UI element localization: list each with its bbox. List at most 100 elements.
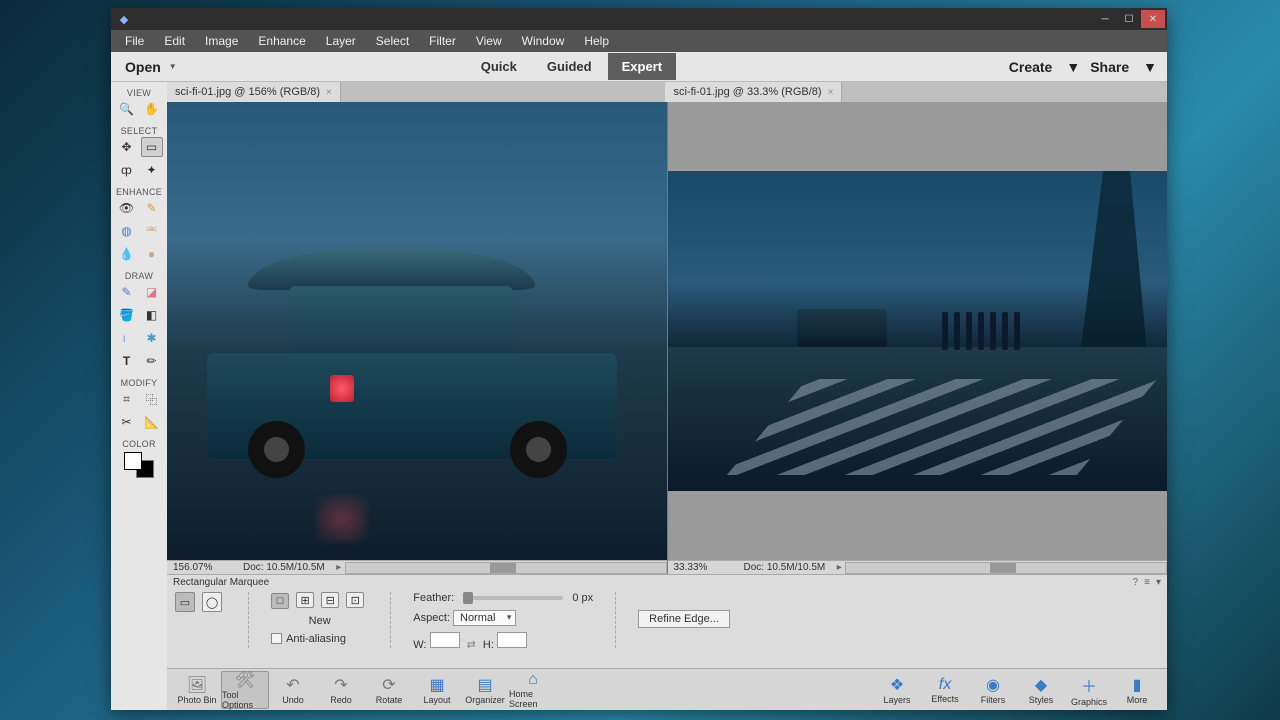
minimize-button[interactable]: ─ [1093,10,1117,28]
filters-button[interactable]: ◉Filters [969,671,1017,709]
maximize-button[interactable]: ☐ [1117,10,1141,28]
shape-tool[interactable]: ✱ [141,328,163,348]
pencil-tool[interactable]: ✏ [141,351,163,371]
open-button[interactable]: Open [121,59,165,75]
straighten-tool[interactable]: 📐 [141,412,163,432]
marquee-tool[interactable]: ▭ [141,137,163,157]
titlebar: ◆ ─ ☐ ✕ [111,8,1167,30]
undo-button[interactable]: ↶Undo [269,671,317,709]
swap-wh-icon[interactable]: ⇄ [467,639,476,651]
group-enhance: ENHANCE [116,187,162,197]
tool-name-label: Rectangular Marquee [167,575,1167,590]
menu-filter[interactable]: Filter [421,32,464,50]
new-selection-button[interactable]: □ [271,593,289,609]
recompose-tool[interactable]: ⿻ [141,389,163,409]
menu-layer[interactable]: Layer [318,32,364,50]
create-button[interactable]: Create [1009,59,1053,75]
rotate-button[interactable]: ⟳Rotate [365,671,413,709]
lasso-tool[interactable]: ȹ [116,160,138,180]
tool-options-button[interactable]: 🛠Tool Options [221,671,269,709]
menu-window[interactable]: Window [514,32,573,50]
text-tool[interactable]: T [116,351,138,371]
eraser-tool[interactable]: ◪ [141,282,163,302]
collapse-icon[interactable]: ▾ [1156,577,1161,588]
mode-quick[interactable]: Quick [467,53,531,80]
intersect-selection-button[interactable]: ⊡ [346,592,364,608]
app-logo-icon: ◆ [113,8,135,30]
mode-guided[interactable]: Guided [533,53,606,80]
zoom-tool[interactable]: 🔍 [116,99,138,119]
close-button[interactable]: ✕ [1141,10,1165,28]
image-right [668,171,1168,492]
antialias-checkbox[interactable] [271,633,282,644]
menu-select[interactable]: Select [368,32,417,50]
marquee-shape-group: ▭ ◯ [175,592,226,612]
hand-tool[interactable]: ✋ [141,99,163,119]
move-tool[interactable]: ✥ [116,137,138,157]
canvas-right[interactable] [668,102,1168,560]
mode-expert[interactable]: Expert [608,53,676,80]
zoom-left[interactable]: 156.07% [167,562,235,573]
refine-edge-button[interactable]: Refine Edge... [638,610,730,628]
doc-tab-1[interactable]: sci-fi-01.jpg @ 156% (RGB/8)× [167,82,341,102]
arrow-icon[interactable]: ▸ [833,562,845,573]
menu-view[interactable]: View [468,32,510,50]
group-modify: MODIFY [121,378,158,388]
width-input[interactable] [430,632,460,648]
gradient-tool[interactable]: ◧ [141,305,163,325]
brush-tool[interactable]: ✎ [116,282,138,302]
redo-button[interactable]: ↷Redo [317,671,365,709]
content-move-tool[interactable]: ✂ [116,412,138,432]
arrow-icon[interactable]: ▸ [333,562,345,573]
ellipse-marquee-button[interactable]: ◯ [202,592,222,612]
crop-tool[interactable]: ⌗ [116,389,138,409]
create-dropdown-icon[interactable]: ▼ [1066,59,1080,75]
menu-file[interactable]: File [117,32,152,50]
clone-tool[interactable]: ⎃ [141,221,163,241]
add-selection-button[interactable]: ⊞ [296,592,314,608]
hscroll-right[interactable] [845,562,1167,574]
panel-menu-icon[interactable]: ≡ [1144,577,1150,588]
doc-tab-1-close-icon[interactable]: × [326,87,332,98]
spot-heal-tool[interactable]: ◍ [116,221,138,241]
sponge-tool[interactable]: ● [141,244,163,264]
menu-enhance[interactable]: Enhance [250,32,313,50]
color-swatch[interactable] [124,452,154,478]
image-left [167,102,667,560]
menu-edit[interactable]: Edit [156,32,193,50]
canvas-pane-left: 156.07% Doc: 10.5M/10.5M ▸ [167,102,668,574]
open-dropdown-icon[interactable]: ▼ [169,62,177,71]
aspect-select[interactable]: Normal [453,610,516,626]
whiten-tool[interactable]: ✎ [141,198,163,218]
share-dropdown-icon[interactable]: ▼ [1143,59,1157,75]
menu-image[interactable]: Image [197,32,246,50]
layers-button[interactable]: ❖Layers [873,671,921,709]
fill-tool[interactable]: 🪣 [116,305,138,325]
height-input[interactable] [497,632,527,648]
app-window: ◆ ─ ☐ ✕ File Edit Image Enhance Layer Se… [111,8,1167,710]
doc-tab-2-close-icon[interactable]: × [828,87,834,98]
quick-select-tool[interactable]: ✦ [141,160,163,180]
organizer-button[interactable]: ▤Organizer [461,671,509,709]
redeye-tool[interactable]: 👁 [116,198,138,218]
canvas-left[interactable] [167,102,667,560]
menu-help[interactable]: Help [576,32,617,50]
graphics-button[interactable]: ＋Graphics [1065,671,1113,709]
subtract-selection-button[interactable]: ⊟ [321,592,339,608]
share-button[interactable]: Share [1090,59,1129,75]
doc-tab-2[interactable]: sci-fi-01.jpg @ 33.3% (RGB/8)× [665,82,842,102]
eyedropper-tool[interactable]: ⃓ [116,328,138,348]
styles-button[interactable]: ◆Styles [1017,671,1065,709]
hscroll-left[interactable] [345,562,667,574]
photo-bin-button[interactable]: 🖼Photo Bin [173,671,221,709]
layout-button[interactable]: ▦Layout [413,671,461,709]
blur-tool[interactable]: 💧 [116,244,138,264]
effects-button[interactable]: fxEffects [921,671,969,709]
rect-marquee-button[interactable]: ▭ [175,592,195,612]
zoom-right[interactable]: 33.33% [668,562,736,573]
help-icon[interactable]: ? [1133,577,1139,588]
home-button[interactable]: ⌂Home Screen [509,671,557,709]
more-button[interactable]: ▮More [1113,671,1161,709]
feather-slider[interactable] [463,596,563,600]
taskbar: 🖼Photo Bin 🛠Tool Options ↶Undo ↷Redo ⟳Ro… [167,668,1167,710]
